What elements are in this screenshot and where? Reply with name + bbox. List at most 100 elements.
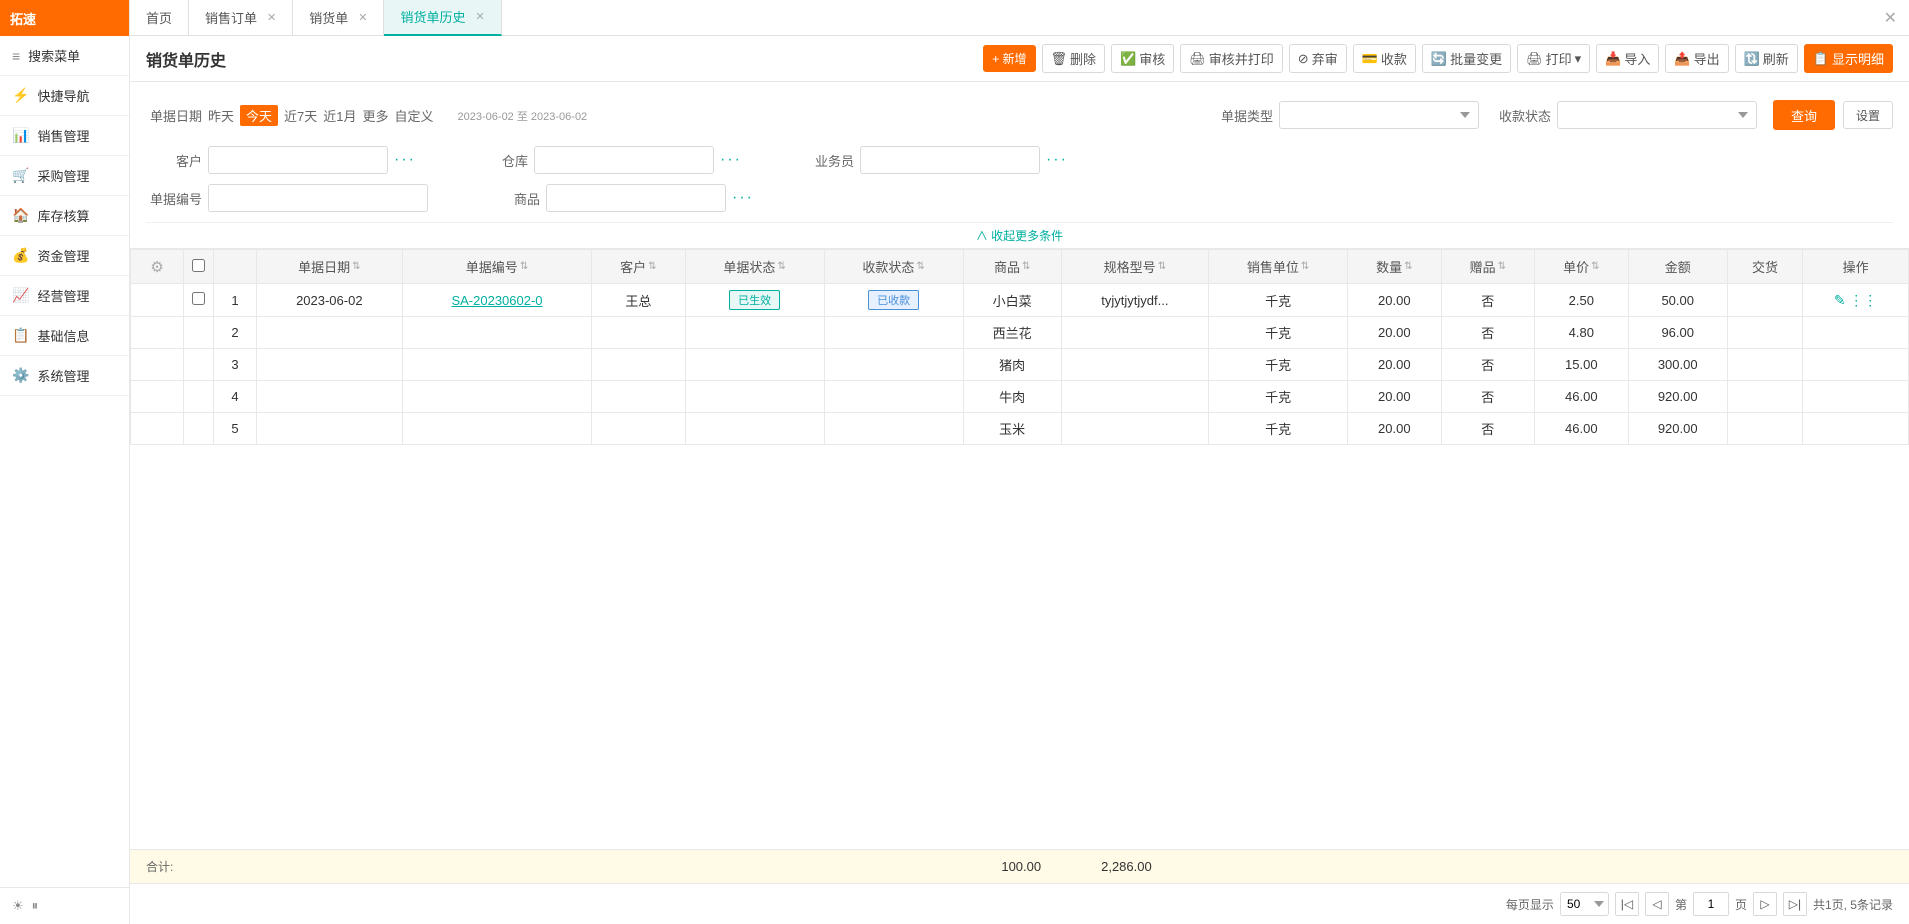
batch-change-button[interactable]: 🔄 批量变更 [1422,44,1511,73]
collect-button[interactable]: 💳 收款 [1353,44,1416,73]
date-shortcut-more[interactable]: 更多 [363,106,389,125]
row-ops[interactable] [1803,413,1909,445]
col-unit-price[interactable]: 单价 [1535,250,1628,284]
more-op-btn[interactable]: ⋮⋮ [1849,292,1877,308]
goods-input[interactable] [546,184,726,212]
row-doc-no[interactable] [402,317,591,349]
row-doc-date [256,413,402,445]
row-checkbox[interactable] [184,284,214,317]
col-unit[interactable]: 销售单位 [1209,250,1348,284]
salesperson-input[interactable] [860,146,1040,174]
row-checkbox-input[interactable] [192,292,205,305]
collapse-button[interactable]: ∧ 收起更多条件 [146,222,1893,248]
page-size-select[interactable]: 50 100 200 [1560,892,1609,916]
row-doc-no-link[interactable]: SA-20230602-0 [451,293,542,308]
sidebar-item-inventory[interactable]: 🏠 库存核算 [0,196,129,236]
doc-type-select[interactable] [1279,101,1479,129]
audit-button[interactable]: ✅ 审核 [1111,44,1174,73]
sidebar-bottom-icon1[interactable]: ☀ [12,898,24,914]
salesperson-dots[interactable]: ··· [1046,151,1068,169]
sidebar-item-finance[interactable]: 💰 资金管理 [0,236,129,276]
tabs-close-all[interactable]: ✕ [1872,8,1909,28]
show-detail-button[interactable]: 📋 显示明细 [1804,44,1893,73]
sidebar-item-sales-mgmt[interactable]: 📊 销售管理 [0,116,129,156]
row-ops[interactable] [1803,349,1909,381]
date-shortcut-yesterday[interactable]: 昨天 [208,106,234,125]
next-page-button[interactable]: ▷ [1753,892,1777,916]
goods-dots[interactable]: ··· [732,189,754,207]
col-settings[interactable]: ⚙ [131,250,184,284]
sidebar-item-operations[interactable]: 📈 经营管理 [0,276,129,316]
export-button[interactable]: 📤 导出 [1665,44,1728,73]
row-checkbox[interactable] [184,349,214,381]
sidebar-item-basic-info[interactable]: 📋 基础信息 [0,316,129,356]
col-doc-no[interactable]: 单据编号 [402,250,591,284]
tab-home[interactable]: 首页 [130,0,189,36]
customer-input[interactable] [208,146,388,174]
new-button[interactable]: + 新增 [983,45,1035,72]
sidebar-item-search-menu[interactable]: ≡ 搜索菜单 [0,36,129,76]
row-customer [592,413,685,445]
audit-print-button[interactable]: 🖨 审核并打印 [1180,44,1283,73]
edit-op-btn[interactable]: ✎ [1834,292,1846,308]
select-all-checkbox[interactable] [192,259,205,272]
col-customer[interactable]: 客户 [592,250,685,284]
col-gift[interactable]: 赠品 [1441,250,1534,284]
abandon-button[interactable]: ⊘ 弃审 [1289,44,1347,73]
sidebar-item-quick-nav[interactable]: ⚡ 快捷导航 [0,76,129,116]
date-shortcut-custom[interactable]: 自定义 [395,106,434,125]
tab-sales-order[interactable]: 销售订单 ✕ [189,0,293,36]
query-button[interactable]: 查询 [1773,100,1835,130]
sidebar-item-purchase-mgmt[interactable]: 🛒 采购管理 [0,156,129,196]
date-shortcut-7days[interactable]: 近7天 [284,106,317,125]
row-ops[interactable] [1803,381,1909,413]
prev-page-button[interactable]: ◁ [1645,892,1669,916]
row-checkbox[interactable] [184,413,214,445]
row-settings [131,284,184,317]
row-doc-no[interactable] [402,413,591,445]
col-spec[interactable]: 规格型号 [1061,250,1208,284]
row-ops[interactable]: ✎ ⋮⋮ [1803,284,1909,317]
table-header-row: ⚙ 单据日期 单据编号 客户 单据状态 收款状态 商品 规格型号 销售单位 数量… [131,250,1909,284]
sidebar-bottom-icon2[interactable]: ⏸ [32,898,39,914]
table-container: ⚙ 单据日期 单据编号 客户 单据状态 收款状态 商品 规格型号 销售单位 数量… [130,249,1909,849]
tab-sales-delivery-close[interactable]: ✕ [358,11,367,24]
col-goods[interactable]: 商品 [963,250,1061,284]
date-shortcut-today[interactable]: 今天 [240,105,278,126]
first-page-button[interactable]: |◁ [1615,892,1639,916]
warehouse-dots[interactable]: ··· [720,151,742,169]
date-shortcut-1month[interactable]: 近1月 [323,106,356,125]
tab-sales-history-close[interactable]: ✕ [476,10,485,23]
row-unit-price: 15.00 [1535,349,1628,381]
page-number-input[interactable] [1693,892,1729,916]
sidebar-item-label: 系统管理 [37,366,89,385]
delete-button[interactable]: 🗑 删除 [1042,44,1106,73]
refresh-button[interactable]: 🔃 刷新 [1735,44,1798,73]
warehouse-input[interactable] [534,146,714,174]
row-checkbox[interactable] [184,381,214,413]
tab-sales-delivery[interactable]: 销货单 ✕ [293,0,384,36]
filter-goods: 商品 ··· [484,184,754,212]
customer-dots[interactable]: ··· [394,151,416,169]
tab-sales-history[interactable]: 销货单历史 ✕ [384,0,501,36]
row-ops[interactable] [1803,317,1909,349]
setting-button[interactable]: 设置 [1843,101,1893,129]
print-button[interactable]: 🖨 打印 ▾ [1517,44,1590,73]
row-doc-no[interactable]: SA-20230602-0 [402,284,591,317]
col-collect-status[interactable]: 收款状态 [824,250,963,284]
tab-sales-order-close[interactable]: ✕ [267,11,276,24]
last-page-button[interactable]: ▷| [1783,892,1807,916]
col-doc-date[interactable]: 单据日期 [256,250,402,284]
row-amount: 920.00 [1628,381,1727,413]
row-doc-no[interactable] [402,349,591,381]
col-quantity[interactable]: 数量 [1348,250,1441,284]
row-collect-status-badge: 已收款 [868,290,919,310]
row-doc-no[interactable] [402,381,591,413]
row-doc-status [685,349,824,381]
col-doc-status[interactable]: 单据状态 [685,250,824,284]
doc-no-input[interactable] [208,184,428,212]
collect-status-select[interactable] [1557,101,1757,129]
row-checkbox[interactable] [184,317,214,349]
sidebar-item-system-mgmt[interactable]: ⚙️ 系统管理 [0,356,129,396]
import-button[interactable]: 📥 导入 [1596,44,1659,73]
